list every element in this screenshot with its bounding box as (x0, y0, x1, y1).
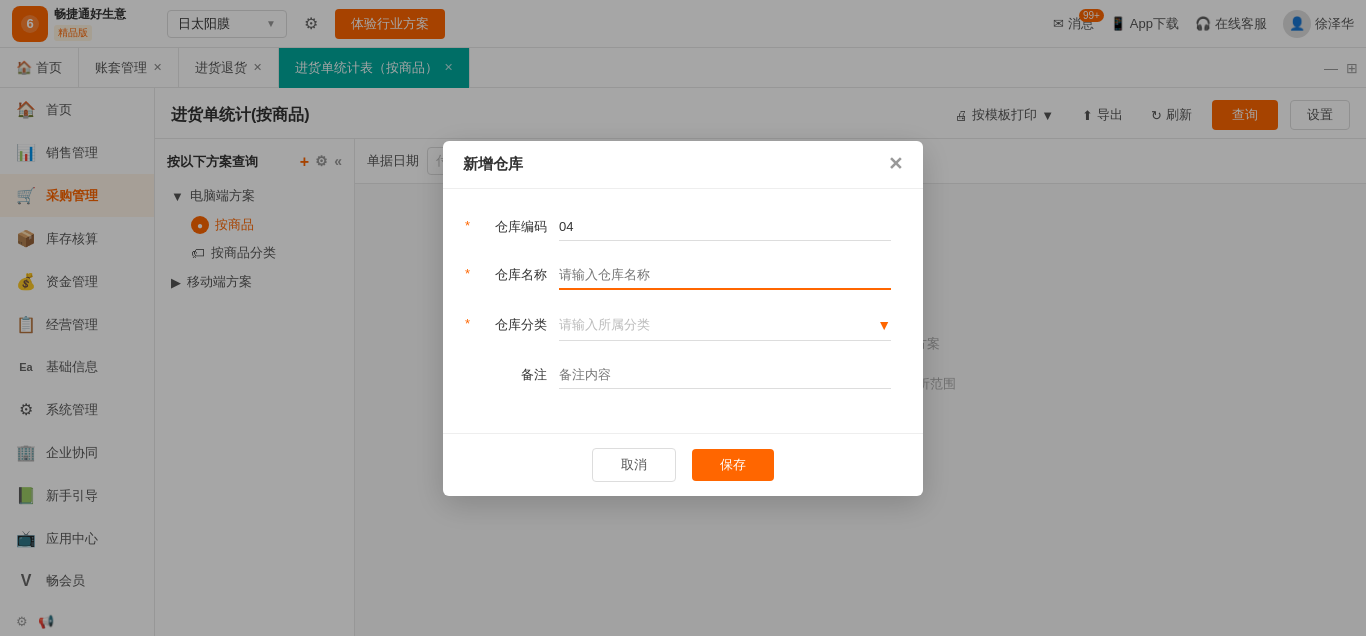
code-label: 仓库编码 (475, 218, 547, 236)
add-warehouse-modal: 新增仓库 ✕ 仓库编码 仓库名称 仓库分类 请输入所属分类 ▼ (443, 141, 923, 496)
name-input[interactable] (559, 261, 891, 290)
modal-overlay: 新增仓库 ✕ 仓库编码 仓库名称 仓库分类 请输入所属分类 ▼ (0, 0, 1366, 636)
form-row-category: 仓库分类 请输入所属分类 ▼ (475, 310, 891, 341)
name-label: 仓库名称 (475, 266, 547, 284)
category-label: 仓库分类 (475, 316, 547, 334)
category-chevron-icon: ▼ (877, 317, 891, 333)
category-select[interactable]: 请输入所属分类 ▼ (559, 310, 891, 341)
form-row-name: 仓库名称 (475, 261, 891, 290)
remark-label: 备注 (475, 366, 547, 384)
code-input[interactable] (559, 213, 891, 241)
cancel-button[interactable]: 取消 (592, 448, 676, 482)
category-placeholder: 请输入所属分类 (559, 316, 650, 334)
modal-title: 新增仓库 (463, 155, 523, 174)
modal-footer: 取消 保存 (443, 433, 923, 496)
modal-body: 仓库编码 仓库名称 仓库分类 请输入所属分类 ▼ 备注 (443, 189, 923, 433)
modal-close-button[interactable]: ✕ (888, 155, 903, 173)
save-button[interactable]: 保存 (692, 449, 774, 481)
form-row-code: 仓库编码 (475, 213, 891, 241)
modal-header: 新增仓库 ✕ (443, 141, 923, 189)
form-row-remark: 备注 (475, 361, 891, 389)
remark-input[interactable] (559, 361, 891, 389)
